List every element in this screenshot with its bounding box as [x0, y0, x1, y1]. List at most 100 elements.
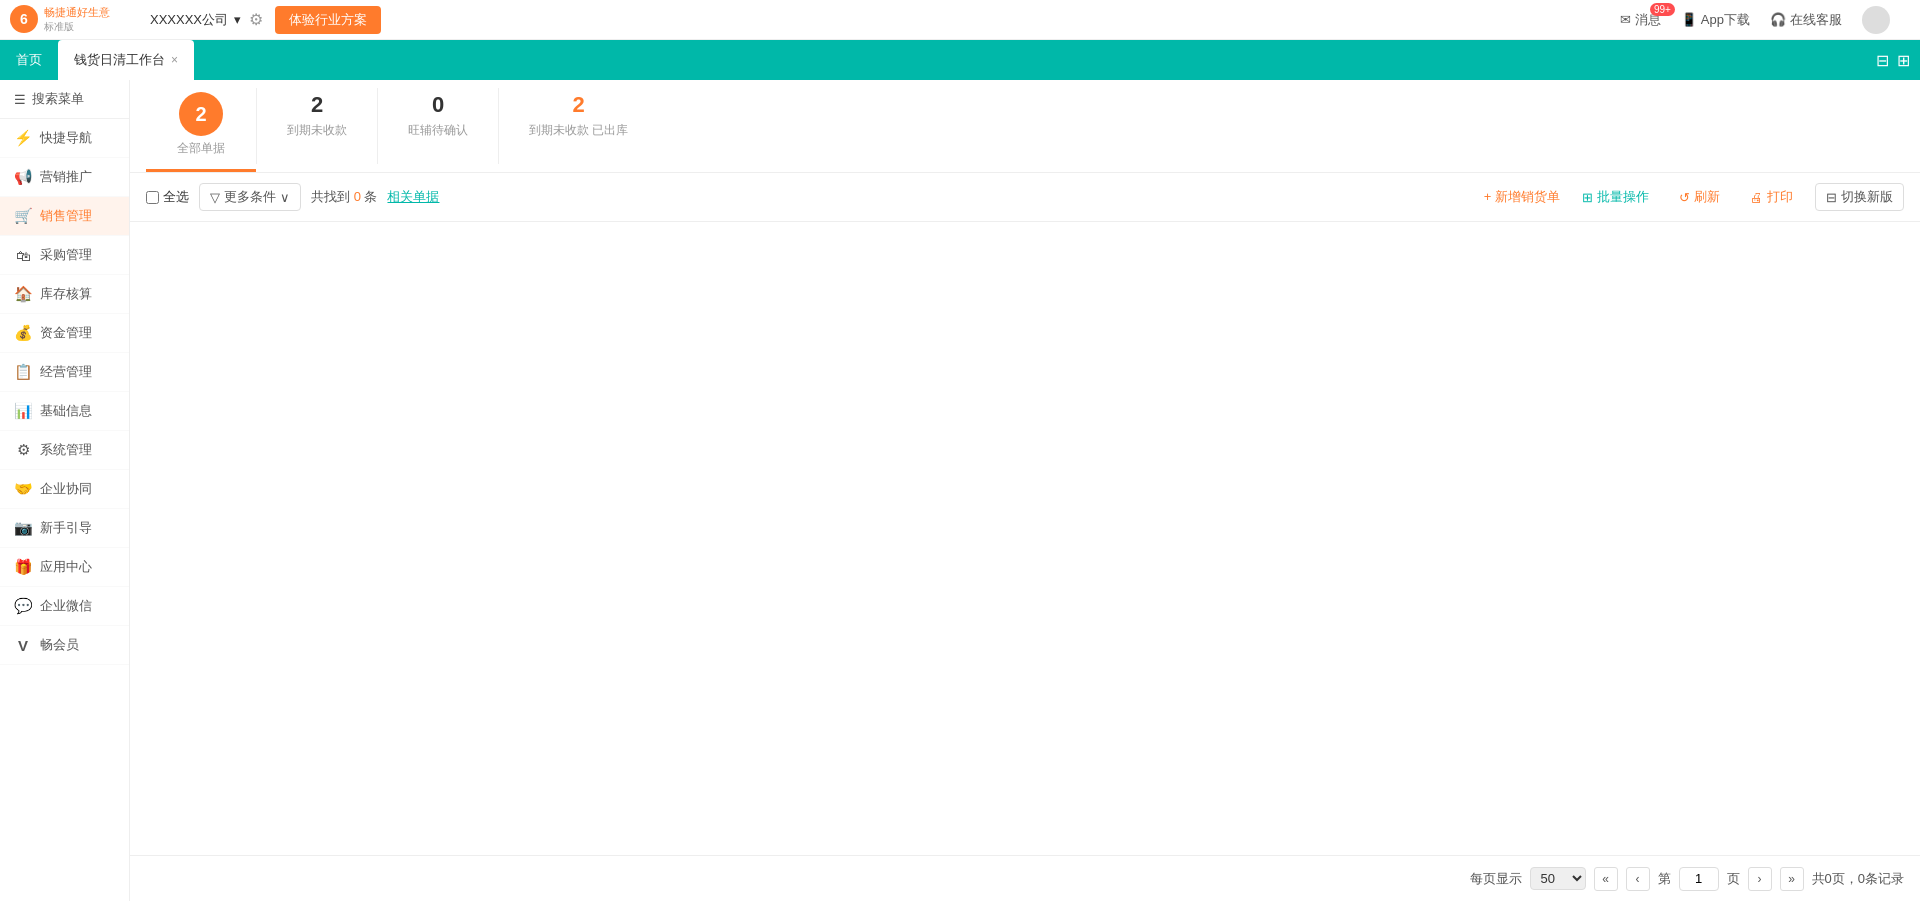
refresh-icon: ↺ [1679, 190, 1690, 205]
related-link[interactable]: 相关单据 [387, 188, 439, 206]
switch-new-version-button[interactable]: ⊟ 切换新版 [1815, 183, 1904, 211]
company-selector[interactable]: XXXXXX公司 ▾ [150, 11, 241, 29]
sidebar-label: 营销推广 [40, 168, 92, 186]
trial-button[interactable]: 体验行业方案 [275, 6, 381, 34]
tab-cashflow[interactable]: 钱货日清工作台 × [58, 40, 194, 80]
sidebar-item-app-center[interactable]: 🎁 应用中心 [0, 548, 129, 587]
avatar[interactable] [1862, 6, 1890, 34]
tab-actions: ⊟ ⊞ [1876, 51, 1920, 70]
tab-maximize-button[interactable]: ⊞ [1897, 51, 1910, 70]
logo-icon: 6 [10, 5, 38, 33]
add-sale-button[interactable]: + 新增销货单 [1484, 188, 1560, 206]
refresh-button[interactable]: ↺ 刷新 [1671, 184, 1728, 210]
cart-icon: 🛒 [14, 207, 32, 225]
print-button[interactable]: 🖨 打印 [1742, 184, 1801, 210]
main-content: 2 全部单据 2 到期未收款 0 旺辅待确认 2 到期未收款 已出库 [130, 80, 1920, 901]
sidebar-item-operation[interactable]: 📋 经营管理 [0, 353, 129, 392]
search-label: 搜索菜单 [32, 90, 84, 108]
app-header: 6 畅捷通好生意 标准版 XXXXXX公司 ▾ ⚙ 体验行业方案 ✉ 消息 99… [0, 0, 1920, 40]
online-service-button[interactable]: 🎧 在线客服 [1770, 11, 1842, 29]
next-page-button[interactable]: › [1748, 867, 1772, 891]
total-records: 共0页，0条记录 [1812, 870, 1904, 888]
settings-icon[interactable]: ⚙ [249, 10, 263, 29]
stat-num-pending: 0 [432, 92, 444, 118]
select-all-checkbox[interactable]: 全选 [146, 188, 189, 206]
page-suffix: 页 [1727, 870, 1740, 888]
filter-button[interactable]: ▽ 更多条件 ∨ [199, 183, 301, 211]
home-tab-label: 首页 [16, 51, 42, 69]
toolbar: 全选 ▽ 更多条件 ∨ 共找到 0 条 相关单据 + 新增销货单 ⊞ 批 [130, 173, 1920, 222]
sidebar-item-sales[interactable]: 🛒 销售管理 [0, 197, 129, 236]
company-name: XXXXXX公司 [150, 11, 228, 29]
stat-label-overdue-shipped: 到期未收款 已出库 [529, 122, 628, 139]
toolbar-left: 全选 ▽ 更多条件 ∨ 共找到 0 条 相关单据 [146, 183, 439, 211]
sidebar-label: 资金管理 [40, 324, 92, 342]
sidebar-label: 应用中心 [40, 558, 92, 576]
message-button[interactable]: ✉ 消息 99+ [1620, 11, 1661, 29]
found-text: 共找到 0 条 [311, 188, 377, 206]
sidebar-label: 销售管理 [40, 207, 92, 225]
sidebar-item-marketing[interactable]: 📢 营销推广 [0, 158, 129, 197]
stat-num-overdue-shipped: 2 [573, 92, 585, 118]
main-layout: ☰ 搜索菜单 ⚡ 快捷导航 📢 营销推广 🛒 销售管理 🛍 采购管理 🏠 库存核… [0, 80, 1920, 901]
stat-tab-all[interactable]: 2 全部单据 [146, 80, 256, 172]
page-input[interactable] [1679, 867, 1719, 891]
per-page-label: 每页显示 [1470, 870, 1522, 888]
prev-page-button[interactable]: ‹ [1626, 867, 1650, 891]
checkbox-input[interactable] [146, 191, 159, 204]
sidebar-item-basic-info[interactable]: 📊 基础信息 [0, 392, 129, 431]
sidebar-item-vip[interactable]: V 畅会员 [0, 626, 129, 665]
first-page-button[interactable]: « [1594, 867, 1618, 891]
select-all-label: 全选 [163, 188, 189, 206]
logo-area: 6 畅捷通好生意 标准版 [10, 5, 140, 33]
gear-icon: ⚙ [14, 441, 32, 459]
phone-icon: 📱 [1681, 12, 1697, 27]
sidebar: ☰ 搜索菜单 ⚡ 快捷导航 📢 营销推广 🛒 销售管理 🛍 采购管理 🏠 库存核… [0, 80, 130, 901]
stat-tab-pending[interactable]: 0 旺辅待确认 [378, 80, 498, 172]
stat-tab-overdue-shipped[interactable]: 2 到期未收款 已出库 [499, 80, 658, 172]
headset-icon: 🎧 [1770, 12, 1786, 27]
sidebar-item-system[interactable]: ⚙ 系统管理 [0, 431, 129, 470]
close-icon[interactable]: × [171, 53, 178, 67]
money-icon: 💰 [14, 324, 32, 342]
clipboard-icon: 📋 [14, 363, 32, 381]
refresh-label: 刷新 [1694, 188, 1720, 206]
brand-name: 畅捷通好生意 [44, 5, 110, 19]
chat-icon: 💬 [14, 597, 32, 615]
sidebar-item-purchase[interactable]: 🛍 采购管理 [0, 236, 129, 275]
sidebar-label: 企业微信 [40, 597, 92, 615]
last-page-button[interactable]: » [1780, 867, 1804, 891]
sidebar-item-guide[interactable]: 📷 新手引导 [0, 509, 129, 548]
stat-tab-overdue[interactable]: 2 到期未收款 [257, 80, 377, 172]
switch-icon: ⊟ [1826, 190, 1837, 205]
tab-home[interactable]: 首页 [0, 40, 58, 80]
cashflow-tab-label: 钱货日清工作台 [74, 51, 165, 69]
sidebar-label: 经营管理 [40, 363, 92, 381]
tab-bar: 首页 钱货日清工作台 × ⊟ ⊞ [0, 40, 1920, 80]
sidebar-item-weixin[interactable]: 💬 企业微信 [0, 587, 129, 626]
sidebar-label: 采购管理 [40, 246, 92, 264]
sidebar-search[interactable]: ☰ 搜索菜单 [0, 80, 129, 119]
batch-ops-button[interactable]: ⊞ 批量操作 [1574, 184, 1657, 210]
brand-tag: 标准版 [44, 20, 110, 34]
app-label: App下载 [1701, 11, 1750, 29]
stat-num-overdue: 2 [311, 92, 323, 118]
message-icon: ✉ [1620, 12, 1631, 27]
print-label: 打印 [1767, 188, 1793, 206]
sidebar-item-capital[interactable]: 💰 资金管理 [0, 314, 129, 353]
found-count: 0 [354, 189, 361, 204]
chevron-down-icon: ▾ [234, 12, 241, 27]
sidebar-item-enterprise[interactable]: 🤝 企业协同 [0, 470, 129, 509]
flash-icon: ⚡ [14, 129, 32, 147]
sidebar-item-quick-nav[interactable]: ⚡ 快捷导航 [0, 119, 129, 158]
app-download-button[interactable]: 📱 App下载 [1681, 11, 1750, 29]
tab-minimize-button[interactable]: ⊟ [1876, 51, 1889, 70]
per-page-select[interactable]: 50 100 200 [1530, 867, 1586, 890]
header-right: ✉ 消息 99+ 📱 App下载 🎧 在线客服 [1620, 6, 1910, 34]
sidebar-item-inventory[interactable]: 🏠 库存核算 [0, 275, 129, 314]
message-badge: 99+ [1650, 3, 1675, 16]
stat-label-overdue: 到期未收款 [287, 122, 347, 139]
page-label: 第 [1658, 870, 1671, 888]
sidebar-label: 库存核算 [40, 285, 92, 303]
pagination: 每页显示 50 100 200 « ‹ 第 页 › » 共0页，0条记录 [130, 855, 1920, 901]
